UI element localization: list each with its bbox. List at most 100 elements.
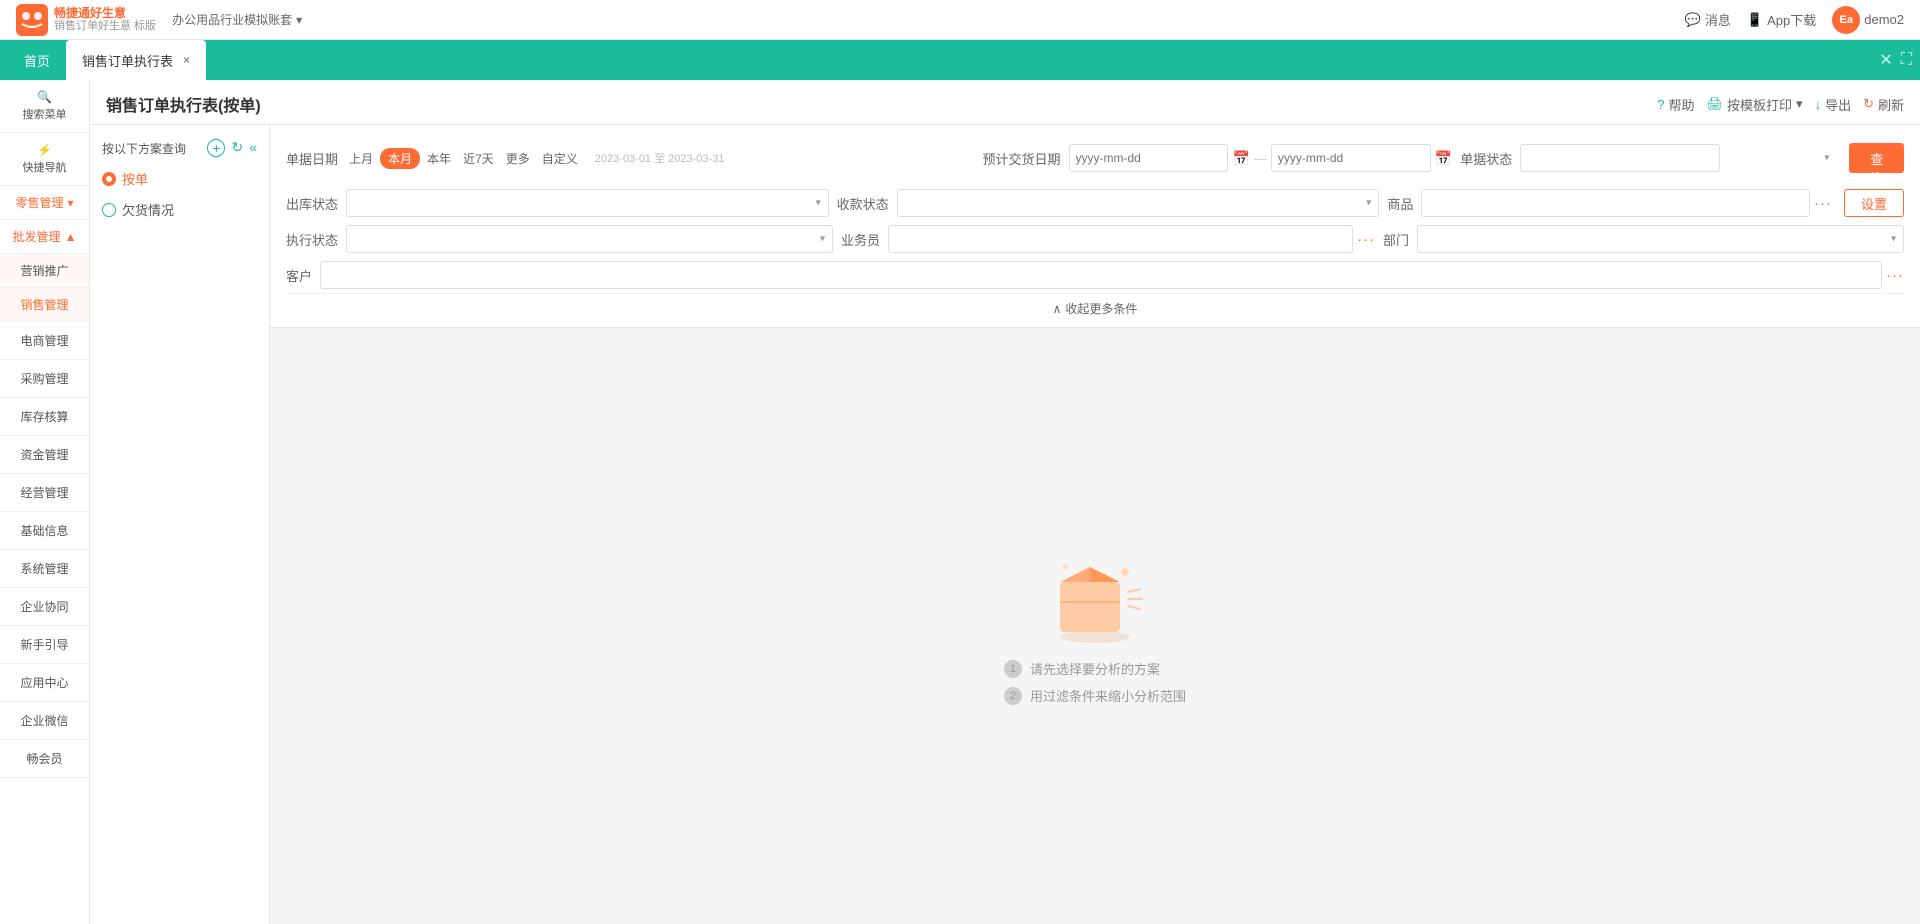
dept-select[interactable] (1417, 225, 1904, 253)
settings-button[interactable]: 设置 (1844, 189, 1904, 217)
exec-status-select[interactable] (346, 225, 833, 253)
salesperson-label: 业务员 (841, 230, 880, 249)
sidebar-sub-sales[interactable]: 销售管理 (0, 288, 89, 322)
forecast-date-label: 预计交货日期 (983, 149, 1061, 168)
scheme-item-by-order[interactable]: 按单 (90, 163, 269, 194)
sidebar-item-system[interactable]: 系统管理 (0, 550, 89, 588)
app-download-icon: 📱 (1747, 12, 1763, 28)
refresh-scheme-button[interactable]: ↻ (231, 139, 243, 157)
date-tab-last-month[interactable]: 上月 (344, 148, 378, 169)
right-area: 单据日期 上月 本月 本年 近7天 更多 自定义 2023-03-01 (270, 125, 1920, 924)
sidebar-item-purchase[interactable]: 采购管理 (0, 360, 89, 398)
left-panel: 按以下方案查询 + ↻ « 按单 欠货情况 (90, 125, 270, 924)
inventory-label: 库存核算 (20, 408, 68, 425)
goods-input[interactable] (1421, 189, 1810, 217)
logo-icon (16, 4, 48, 36)
sidebar-item-sales[interactable]: 销售管理 (0, 288, 89, 322)
breadcrumb[interactable]: 办公用品行业模拟账套 ▾ (172, 11, 302, 28)
logo-area: 畅捷通好生意 销售订单好生意 标版 (16, 4, 156, 36)
sidebar-item-retail[interactable]: 零售管理 ▾ (0, 186, 89, 220)
tip-text-2: 用过滤条件来缩小分析范围 (1030, 686, 1186, 705)
tab-close-icon[interactable]: × (183, 53, 190, 67)
receive-status-select[interactable] (897, 189, 1380, 217)
sidebar-item-wechat[interactable]: 企业微信 (0, 702, 89, 740)
sidebar-item-ecommerce[interactable]: 电商管理 (0, 322, 89, 360)
scheme-item-shortage[interactable]: 欠货情况 (90, 194, 269, 225)
date-tab-this-month[interactable]: 本月 (380, 148, 420, 169)
filter-row-1: 单据日期 上月 本月 本年 近7天 更多 自定义 2023-03-01 (286, 135, 1904, 181)
refresh-button[interactable]: ↻ 刷新 (1863, 95, 1904, 114)
content-area: 销售订单执行表(按单) ? 帮助 🖨 按模板打印 ▾ ↓ 导出 ↻ 刷新 (90, 80, 1920, 924)
sidebar-item-collab[interactable]: 企业协同 (0, 588, 89, 626)
customer-group: ··· (320, 261, 1904, 289)
status-select-arrow: ▾ (1824, 153, 1829, 164)
appstore-label: 应用中心 (20, 674, 68, 691)
collapse-scheme-button[interactable]: « (249, 139, 257, 157)
customer-input[interactable] (320, 261, 1882, 289)
forecast-calendar-end-icon[interactable]: 📅 (1435, 150, 1452, 167)
salesperson-dots-icon[interactable]: ··· (1357, 231, 1375, 248)
top-bar-right: 💬 消息 📱 App下载 Ea demo2 (1685, 6, 1904, 34)
sidebar-item-search[interactable]: 🔍 搜索菜单 (0, 80, 89, 133)
goods-label: 商品 (1387, 194, 1413, 213)
tab-sales-order[interactable]: 销售订单执行表 × (66, 40, 206, 80)
page-actions: ? 帮助 🖨 按模板打印 ▾ ↓ 导出 ↻ 刷新 (1657, 95, 1904, 114)
date-tab-custom[interactable]: 自定义 (537, 148, 583, 169)
date-tab-7days[interactable]: 近7天 (458, 148, 499, 169)
message-icon: 💬 (1685, 12, 1701, 28)
shortcut-icon: ⚡ (37, 143, 52, 157)
salesperson-input[interactable] (888, 225, 1353, 253)
sidebar-item-marketing[interactable]: 营销推广 (0, 254, 89, 288)
collapse-bar[interactable]: ∧ 收起更多条件 (286, 293, 1904, 323)
ecommerce-label: 电商管理 (20, 332, 68, 349)
wechat-label: 企业微信 (20, 712, 68, 729)
sidebar-item-guide[interactable]: 新手引导 (0, 626, 89, 664)
panel-body: 按以下方案查询 + ↻ « 按单 欠货情况 (90, 125, 1920, 924)
customer-dots-icon[interactable]: ··· (1886, 267, 1904, 284)
collapse-icon: ∧ (1053, 302, 1062, 316)
receive-status-wrapper: ▾ (897, 189, 1380, 217)
status-select[interactable] (1520, 144, 1720, 172)
forecast-date-group: 📅 — 📅 (1069, 144, 1453, 172)
tip-num-1: 1 (1004, 660, 1022, 678)
wholesale-arrow: ▲ (65, 230, 77, 244)
goods-dots-icon[interactable]: ··· (1814, 195, 1832, 212)
forecast-date-start[interactable] (1069, 144, 1229, 172)
receive-status-label: 收款状态 (837, 194, 889, 213)
ship-status-select[interactable] (346, 189, 829, 217)
filter-row-4: 客户 ··· (286, 261, 1904, 289)
sidebar-item-operation[interactable]: 经营管理 (0, 474, 89, 512)
add-scheme-button[interactable]: + (207, 139, 225, 157)
message-button[interactable]: 💬 消息 (1685, 10, 1731, 29)
forecast-calendar-start-icon[interactable]: 📅 (1232, 150, 1249, 167)
maximize-window-icon[interactable]: ⛶ (1901, 51, 1912, 69)
status-select-wrapper: ▾ (1520, 144, 1837, 172)
sidebar-sub-marketing[interactable]: 营销推广 (0, 254, 89, 288)
query-button[interactable]: 查询 (1849, 143, 1904, 173)
date-tab-more[interactable]: 更多 (501, 148, 535, 169)
sidebar-item-finance[interactable]: 资金管理 (0, 436, 89, 474)
help-button[interactable]: ? 帮助 (1657, 95, 1694, 114)
sidebar-item-shortcut[interactable]: ⚡ 快捷导航 (0, 133, 89, 186)
tab-bar: 首页 销售订单执行表 × ✕ ⛶ (0, 40, 1920, 80)
tip-num-2: 2 (1004, 687, 1022, 705)
forecast-date-end[interactable] (1271, 144, 1431, 172)
print-button[interactable]: 🖨 按模板打印 ▾ (1707, 95, 1803, 114)
sidebar-item-inventory[interactable]: 库存核算 (0, 398, 89, 436)
tip-text-1: 请先选择要分析的方案 (1030, 659, 1160, 678)
sales-label: 销售管理 (20, 296, 68, 313)
sidebar-item-appstore[interactable]: 应用中心 (0, 664, 89, 702)
empty-tips: 1 请先选择要分析的方案 2 用过滤条件来缩小分析范围 (1004, 659, 1186, 705)
user-menu[interactable]: Ea demo2 (1832, 6, 1904, 34)
date-tab-this-year[interactable]: 本年 (422, 148, 456, 169)
sidebar-item-member[interactable]: 畅会员 (0, 740, 89, 778)
print-arrow: ▾ (1796, 96, 1803, 112)
finance-label: 资金管理 (20, 446, 68, 463)
export-button[interactable]: ↓ 导出 (1815, 95, 1852, 114)
app-download-button[interactable]: 📱 App下载 (1747, 10, 1816, 29)
sidebar-item-basic[interactable]: 基础信息 (0, 512, 89, 550)
close-window-icon[interactable]: ✕ (1879, 50, 1892, 70)
tab-home[interactable]: 首页 (8, 40, 66, 80)
sidebar-item-wholesale[interactable]: 批发管理 ▲ (0, 220, 89, 254)
main-layout: 🔍 搜索菜单 ⚡ 快捷导航 零售管理 ▾ 批发管理 ▲ 营销推广 销售管理 电商… (0, 80, 1920, 924)
